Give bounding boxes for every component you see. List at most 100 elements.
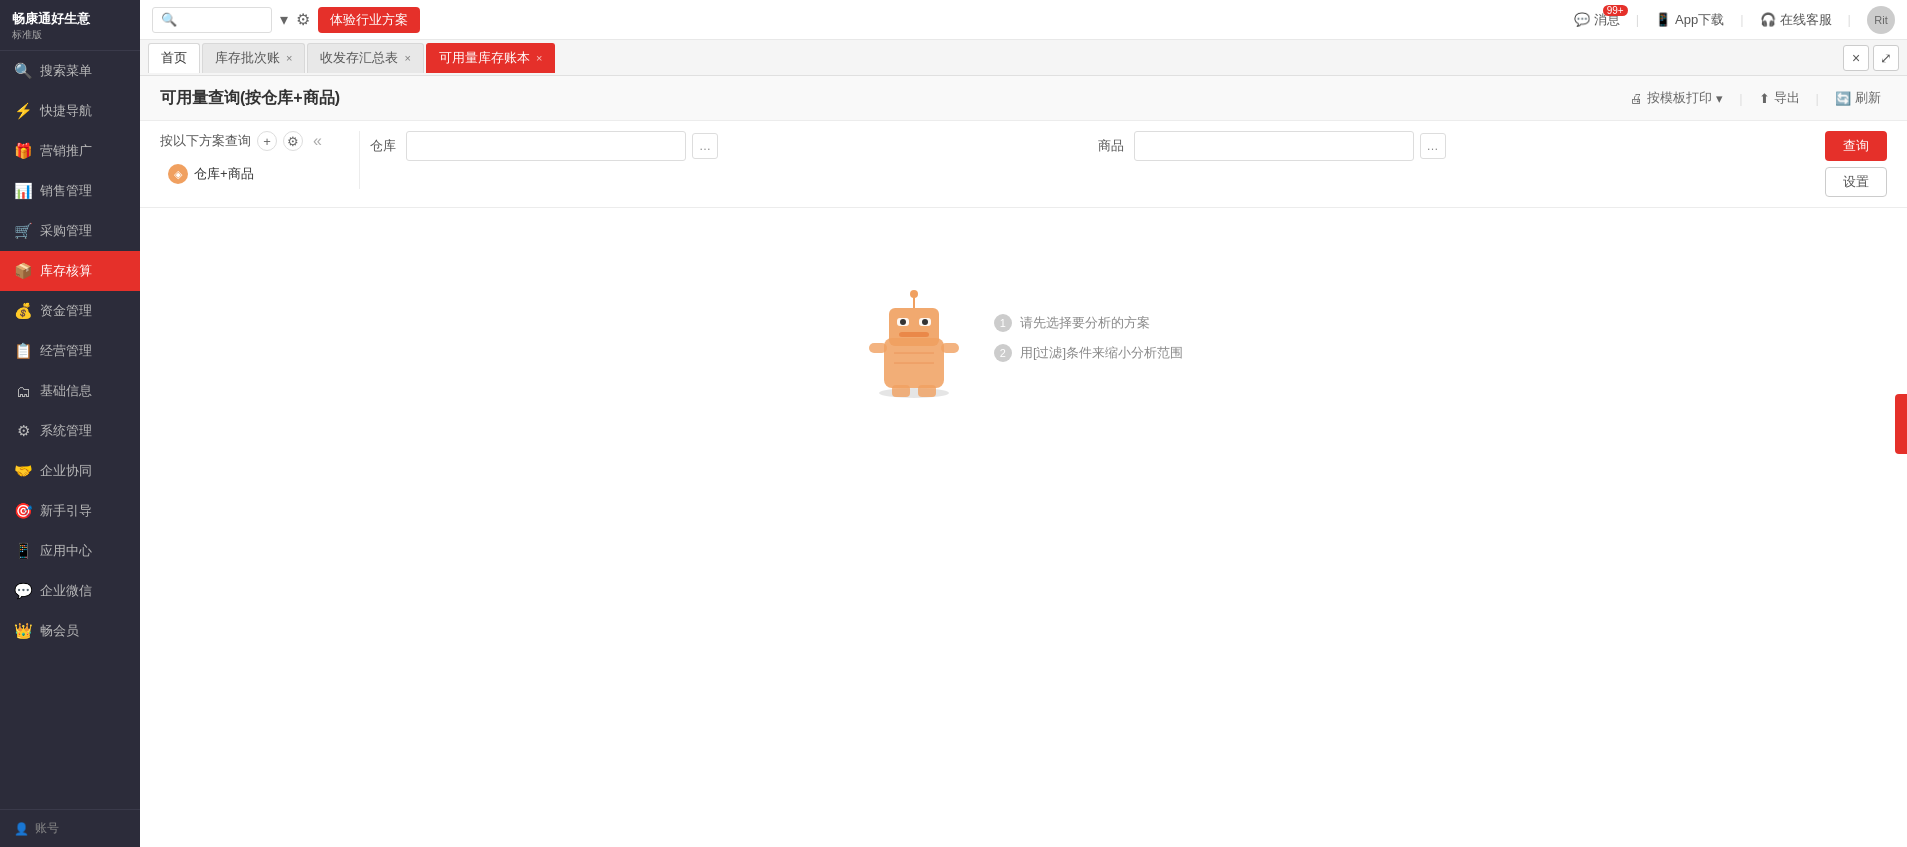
goods-input[interactable] — [1134, 131, 1414, 161]
tab-collect-stock[interactable]: 收发存汇总表 × — [307, 43, 423, 73]
sales-icon: 📊 — [14, 182, 32, 200]
svg-rect-11 — [941, 343, 959, 353]
refresh-button[interactable]: 🔄 刷新 — [1829, 86, 1887, 110]
sidebar-item-inventory[interactable]: 📦 库存核算 — [0, 251, 140, 291]
sidebar-item-member[interactable]: 👑 畅会员 — [0, 611, 140, 651]
separator: | — [1636, 12, 1639, 27]
sidebar-item-purchase[interactable]: 🛒 采购管理 — [0, 211, 140, 251]
add-scheme-button[interactable]: + — [257, 131, 277, 151]
goods-label: 商品 — [1098, 137, 1128, 155]
filter-field-warehouse: 仓库 … — [370, 131, 1078, 161]
hint-item-2: 2 用[过滤]条件来缩小分析范围 — [994, 344, 1183, 362]
action-buttons: 查询 设置 — [1815, 131, 1887, 197]
app-version: 标准版 — [12, 28, 128, 42]
filter-field-goods: 商品 … — [1098, 131, 1806, 161]
settings-icon[interactable]: ⚙ — [296, 10, 310, 29]
scheme-settings-button[interactable]: ⚙ — [283, 131, 303, 151]
gear-icon[interactable]: ▾ — [280, 10, 288, 29]
filter-scheme-title: 按以下方案查询 + ⚙ « — [160, 131, 349, 151]
sidebar-bottom: 👤 账号 — [0, 809, 140, 847]
refresh-icon: 🔄 — [1835, 91, 1851, 106]
hint-text-1: 请先选择要分析的方案 — [1020, 314, 1150, 332]
export-button[interactable]: ⬆ 导出 — [1753, 86, 1806, 110]
appcenter-icon: 📱 — [14, 542, 32, 560]
sidebar-item-search[interactable]: 🔍 搜索菜单 — [0, 51, 140, 91]
more-icon: … — [699, 139, 711, 153]
filter-inputs: 仓库 … 商品 … — [370, 131, 1805, 161]
svg-rect-10 — [869, 343, 887, 353]
sidebar-item-marketing[interactable]: 🎁 营销推广 — [0, 131, 140, 171]
scheme-item-icon: ◈ — [168, 164, 188, 184]
search-icon: 🔍 — [14, 62, 32, 80]
tab-batch-account-close[interactable]: × — [286, 52, 292, 64]
collapse-button[interactable]: « — [309, 132, 326, 150]
sidebar-item-enterprise[interactable]: 🤝 企业协同 — [0, 451, 140, 491]
sidebar-item-appcenter[interactable]: 📱 应用中心 — [0, 531, 140, 571]
message-badge: 99+ — [1603, 5, 1628, 16]
tab-home[interactable]: 首页 — [148, 43, 200, 73]
page-header: 可用量查询(按仓库+商品) 🖨 按模板打印 ▾ | ⬆ 导出 | 🔄 刷新 — [140, 76, 1907, 121]
app-download-label: App下载 — [1675, 11, 1724, 29]
refresh-label: 刷新 — [1855, 89, 1881, 107]
svg-rect-7 — [899, 332, 929, 337]
sidebar-item-newbie[interactable]: 🎯 新手引导 — [0, 491, 140, 531]
inventory-icon: 📦 — [14, 262, 32, 280]
sidebar-item-label: 新手引导 — [40, 502, 92, 520]
tab-batch-account-label: 库存批次账 — [215, 49, 280, 67]
expand-button[interactable]: ⤢ — [1873, 45, 1899, 71]
right-edge-handle[interactable] — [1895, 394, 1907, 454]
sidebar-item-sales[interactable]: 📊 销售管理 — [0, 171, 140, 211]
filter-row-warehouse: 仓库 … 商品 … — [370, 131, 1805, 161]
sidebar-item-basic[interactable]: 🗂 基础信息 — [0, 371, 140, 411]
sidebar-item-label: 畅会员 — [40, 622, 79, 640]
sidebar-item-label: 库存核算 — [40, 262, 92, 280]
filter-scheme-label: 按以下方案查询 — [160, 132, 251, 150]
member-icon: 👑 — [14, 622, 32, 640]
query-button[interactable]: 查询 — [1825, 131, 1887, 161]
tab-bar: 首页 库存批次账 × 收发存汇总表 × 可用量库存账本 × × ⤢ — [140, 40, 1907, 76]
empty-illustration — [864, 288, 964, 388]
tab-available-stock-close[interactable]: × — [536, 52, 542, 64]
svg-point-5 — [900, 319, 906, 325]
more-icon: … — [1427, 139, 1439, 153]
filter-scheme: 按以下方案查询 + ⚙ « ◈ 仓库+商品 — [160, 131, 360, 189]
experience-button[interactable]: 体验行业方案 — [318, 7, 420, 33]
sidebar-item-operation[interactable]: 📋 经营管理 — [0, 331, 140, 371]
corpwx-icon: 💬 — [14, 582, 32, 600]
sidebar-scroll: 🔍 搜索菜单 ⚡ 快捷导航 🎁 营销推广 📊 销售管理 🛒 采购管理 📦 库存核… — [0, 51, 140, 809]
svg-point-9 — [910, 290, 918, 298]
tab-collect-stock-close[interactable]: × — [404, 52, 410, 64]
online-service-button[interactable]: 🎧 在线客服 — [1760, 11, 1832, 29]
quicknav-icon: ⚡ — [14, 102, 32, 120]
tab-batch-account[interactable]: 库存批次账 × — [202, 43, 305, 73]
sidebar-item-quicknav[interactable]: ⚡ 快捷导航 — [0, 91, 140, 131]
settings-button[interactable]: 设置 — [1825, 167, 1887, 197]
page-title: 可用量查询(按仓库+商品) — [160, 88, 340, 109]
scheme-item-warehouse-goods[interactable]: ◈ 仓库+商品 — [160, 159, 349, 189]
tab-bar-actions: × ⤢ — [1843, 45, 1899, 71]
empty-state: 1 请先选择要分析的方案 2 用[过滤]条件来缩小分析范围 — [140, 208, 1907, 468]
export-label: 导出 — [1774, 89, 1800, 107]
sidebar-item-finance[interactable]: 💰 资金管理 — [0, 291, 140, 331]
sidebar-item-label: 系统管理 — [40, 422, 92, 440]
avatar[interactable]: Rit — [1867, 6, 1895, 34]
goods-more-button[interactable]: … — [1420, 133, 1446, 159]
enterprise-icon: 🤝 — [14, 462, 32, 480]
app-download-button[interactable]: 📱 App下载 — [1655, 11, 1724, 29]
sidebar-item-label: 经营管理 — [40, 342, 92, 360]
warehouse-more-button[interactable]: … — [692, 133, 718, 159]
message-button[interactable]: 💬 消息 99+ — [1574, 11, 1620, 29]
warehouse-input[interactable] — [406, 131, 686, 161]
sidebar-item-label: 采购管理 — [40, 222, 92, 240]
top-bar: 🔍 ▾ ⚙ 体验行业方案 💬 消息 99+ | 📱 App下载 | 🎧 在线客服… — [140, 0, 1907, 40]
tab-available-stock[interactable]: 可用量库存账本 × — [426, 43, 555, 73]
separator2: | — [1740, 12, 1743, 27]
print-button[interactable]: 🖨 按模板打印 ▾ — [1624, 86, 1729, 110]
page-header-actions: 🖨 按模板打印 ▾ | ⬆ 导出 | 🔄 刷新 — [1624, 86, 1887, 110]
finance-icon: 💰 — [14, 302, 32, 320]
sidebar-item-system[interactable]: ⚙ 系统管理 — [0, 411, 140, 451]
close-tab-button[interactable]: × — [1843, 45, 1869, 71]
sidebar-item-corpwx[interactable]: 💬 企业微信 — [0, 571, 140, 611]
search-icon: 🔍 — [161, 12, 177, 27]
top-bar-right: 💬 消息 99+ | 📱 App下载 | 🎧 在线客服 | Rit — [1574, 6, 1895, 34]
